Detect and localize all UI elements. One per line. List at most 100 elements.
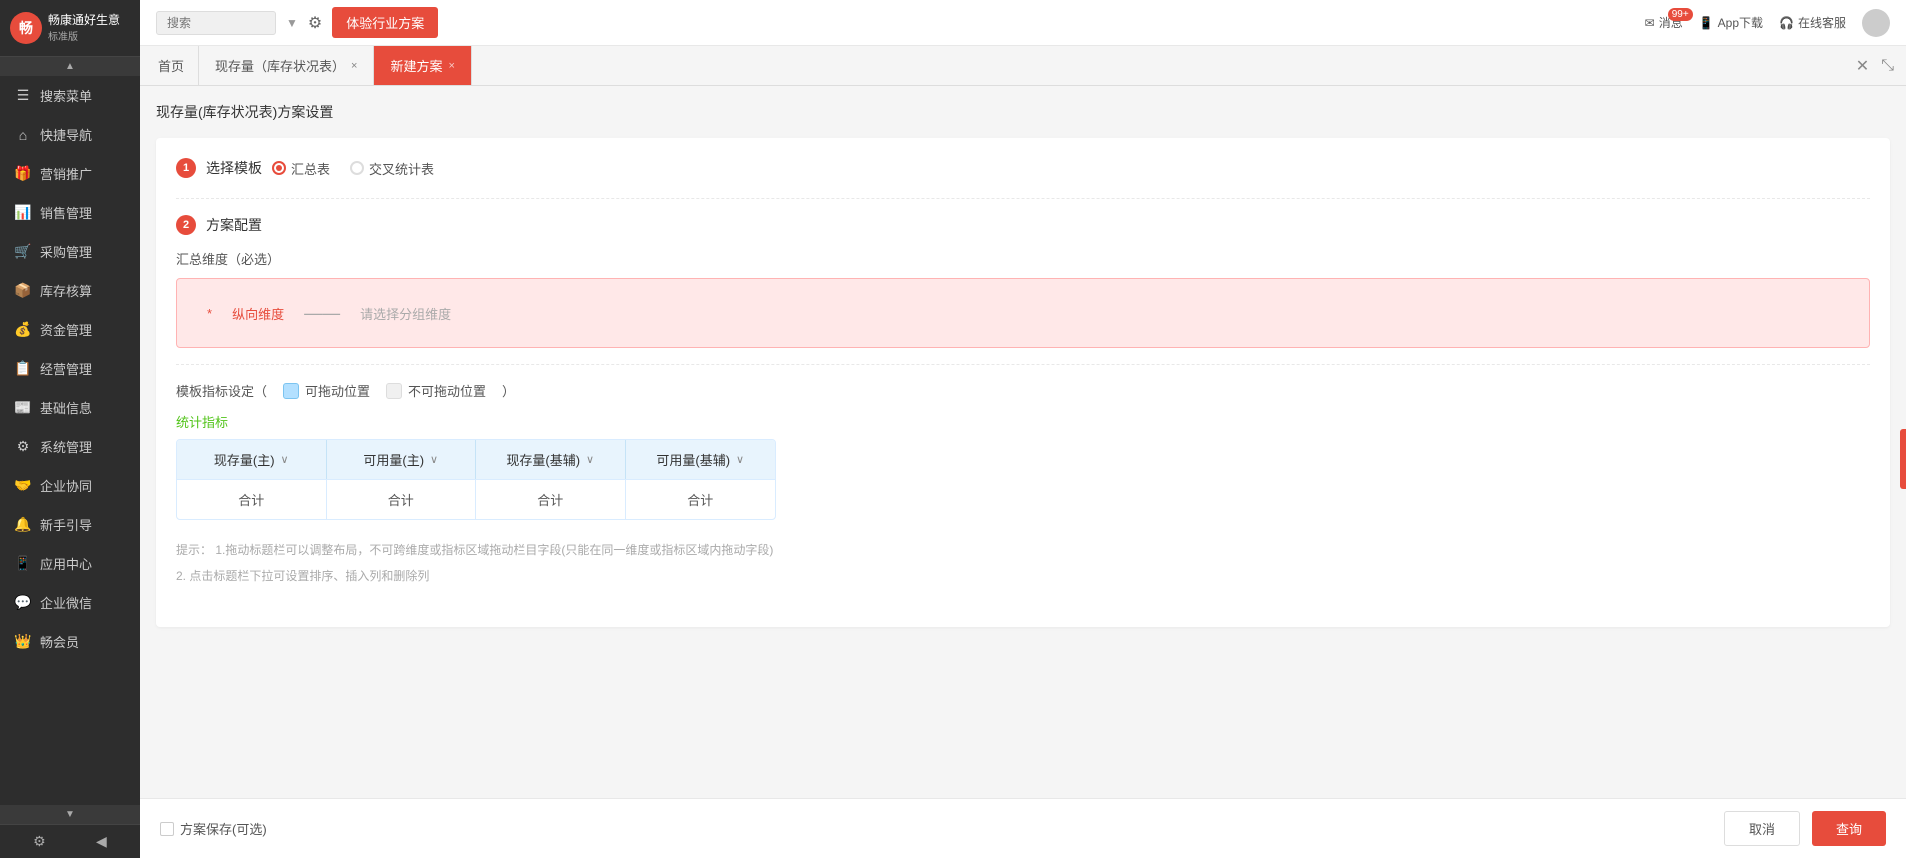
radio-summary[interactable]: 汇总表 <box>272 159 330 178</box>
close-new-tab-icon[interactable]: × <box>448 60 454 72</box>
col-header-1[interactable]: 现存量(主) ∨ <box>177 440 327 479</box>
indicator-setting-label: 模板指标设定（ <box>176 381 267 400</box>
save-option: 方案保存(可选) <box>160 819 267 838</box>
online-service-btn[interactable]: 🎧 在线客服 <box>1779 14 1846 31</box>
tab-home[interactable]: 首页 <box>144 46 199 85</box>
section1-header: 1 选择模板 汇总表 交叉统计表 <box>176 158 1870 178</box>
marketing-icon: 🎁 <box>14 165 32 183</box>
legend-draggable: 可拖动位置 <box>283 381 370 400</box>
col-header-2[interactable]: 可用量(主) ∨ <box>327 440 477 479</box>
tips-item-2: 2. 点击标题栏下拉可设置排序、插入列和删除列 <box>176 566 1870 588</box>
message-icon: ✉ <box>1645 16 1655 30</box>
trial-btn[interactable]: 体验行业方案 <box>332 7 438 38</box>
messages-btn[interactable]: ✉ 消息 99+ <box>1645 14 1683 31</box>
sidebar-item-basic-info[interactable]: 📰 基础信息 <box>0 388 140 427</box>
tab-inventory[interactable]: 现存量（库存状况表） × <box>199 46 374 85</box>
sidebar-item-operation[interactable]: 📋 经营管理 <box>0 349 140 388</box>
topbar-settings-icon[interactable]: ⚙ <box>308 13 322 33</box>
cell-4: 合计 <box>626 480 776 519</box>
section2-number: 2 <box>176 215 196 235</box>
sidebar-item-enterprise[interactable]: 🤝 企业协同 <box>0 466 140 505</box>
sidebar-item-wechat[interactable]: 💬 企业微信 <box>0 583 140 622</box>
search-dropdown-icon[interactable]: ▼ <box>286 16 298 30</box>
system-icon: ⚙ <box>14 438 32 456</box>
indicator-close-paren: ） <box>502 381 515 400</box>
tab-new-scheme[interactable]: 新建方案 × <box>374 46 471 85</box>
dimension-label: 汇总维度（必选） <box>176 249 1870 268</box>
sidebar-item-label: 畅会员 <box>40 632 79 651</box>
indicator-header: 模板指标设定（ 可拖动位置 不可拖动位置 ） <box>176 381 1870 400</box>
settings-footer-icon[interactable]: ⚙ <box>33 833 46 850</box>
sidebar-scroll-down[interactable]: ▼ <box>0 805 140 824</box>
save-checkbox[interactable] <box>160 822 174 836</box>
main-content: ▼ ⚙ 体验行业方案 ✉ 消息 99+ 📱 App下载 🎧 在线客服 首页 现存… <box>140 0 1906 858</box>
sidebar-item-label: 新手引导 <box>40 515 92 534</box>
sidebar-scroll-up[interactable]: ▲ <box>0 57 140 76</box>
sidebar-item-app-center[interactable]: 📱 应用中心 <box>0 544 140 583</box>
sidebar: 畅 畅康通好生意 标准版 ▲ ☰ 搜索菜单 ⌂ 快捷导航 🎁 营销推广 📊 销售… <box>0 0 140 858</box>
close-window-icon[interactable]: ✕ <box>1852 52 1873 80</box>
radio-cross[interactable]: 交叉统计表 <box>350 159 434 178</box>
dimension-arrow: —— <box>304 303 340 324</box>
cancel-button[interactable]: 取消 <box>1724 811 1800 846</box>
tabbar-end: ✕ ⤡ <box>1852 52 1906 80</box>
sidebar-item-label: 应用中心 <box>40 554 92 573</box>
dimension-placeholder[interactable]: 请选择分组维度 <box>360 304 451 323</box>
sales-icon: 📊 <box>14 204 32 222</box>
sidebar-item-marketing[interactable]: 🎁 营销推广 <box>0 154 140 193</box>
sidebar-item-sales[interactable]: 📊 销售管理 <box>0 193 140 232</box>
sidebar-item-system[interactable]: ⚙ 系统管理 <box>0 427 140 466</box>
sidebar-item-search-menu[interactable]: ☰ 搜索菜单 <box>0 76 140 115</box>
avatar[interactable] <box>1862 9 1890 37</box>
tabbar: 首页 现存量（库存状况表） × 新建方案 × ✕ ⤡ <box>140 46 1906 86</box>
topbar: ▼ ⚙ 体验行业方案 ✉ 消息 99+ 📱 App下载 🎧 在线客服 <box>140 0 1906 46</box>
col-header-3[interactable]: 现存量(基辅) ∨ <box>476 440 626 479</box>
dimension-box[interactable]: * 纵向维度 —— 请选择分组维度 <box>176 278 1870 348</box>
close-inventory-tab-icon[interactable]: × <box>351 60 357 72</box>
sidebar-item-quick-nav[interactable]: ⌂ 快捷导航 <box>0 115 140 154</box>
query-button[interactable]: 查询 <box>1812 811 1886 846</box>
col4-dropdown-icon[interactable]: ∨ <box>736 453 744 466</box>
col-header-4[interactable]: 可用量(基辅) ∨ <box>626 440 776 479</box>
col2-dropdown-icon[interactable]: ∨ <box>430 453 438 466</box>
sidebar-item-label: 基础信息 <box>40 398 92 417</box>
sidebar-nav: ☰ 搜索菜单 ⌂ 快捷导航 🎁 营销推广 📊 销售管理 🛒 采购管理 📦 库存核… <box>0 76 140 805</box>
stats-label: 统计指标 <box>176 412 1870 431</box>
sidebar-item-inventory[interactable]: 📦 库存核算 <box>0 271 140 310</box>
sidebar-item-purchase[interactable]: 🛒 采购管理 <box>0 232 140 271</box>
app-name: 畅康通好生意 <box>48 13 120 29</box>
expand-window-icon[interactable]: ⤡ <box>1877 53 1898 79</box>
sidebar-item-label: 营销推广 <box>40 164 92 183</box>
right-hint <box>1900 429 1906 489</box>
topbar-right: ✉ 消息 99+ 📱 App下载 🎧 在线客服 <box>1645 9 1890 37</box>
save-label: 方案保存(可选) <box>180 819 267 838</box>
page-content: 现存量(库存状况表)方案设置 1 选择模板 汇总表 <box>140 86 1906 798</box>
sidebar-item-label: 库存核算 <box>40 281 92 300</box>
sidebar-item-finance[interactable]: 💰 资金管理 <box>0 310 140 349</box>
sound-footer-icon[interactable]: ◀ <box>96 833 107 850</box>
section-scheme-config: 2 方案配置 汇总维度（必选） * 纵向维度 —— 请选择分组维度 模板指标设定… <box>176 215 1870 587</box>
col1-dropdown-icon[interactable]: ∨ <box>281 453 289 466</box>
radio-circle-cross <box>350 161 364 175</box>
search-input[interactable] <box>156 11 276 35</box>
legend-nondraggable-box <box>386 383 402 399</box>
sidebar-item-vip[interactable]: 👑 畅会员 <box>0 622 140 661</box>
app-download-btn[interactable]: 📱 App下载 <box>1699 14 1763 31</box>
dimension-required-mark: * <box>207 306 212 321</box>
section-divider-1 <box>176 198 1870 199</box>
inventory-icon: 📦 <box>14 282 32 300</box>
quick-nav-icon: ⌂ <box>14 126 32 144</box>
operation-icon: 📋 <box>14 360 32 378</box>
purchase-icon: 🛒 <box>14 243 32 261</box>
sidebar-item-label: 资金管理 <box>40 320 92 339</box>
sidebar-item-label: 经营管理 <box>40 359 92 378</box>
indicator-table-row: 合计 合计 合计 合计 <box>177 479 775 519</box>
col3-dropdown-icon[interactable]: ∨ <box>586 453 594 466</box>
section2-header: 2 方案配置 <box>176 215 1870 235</box>
sidebar-item-label: 系统管理 <box>40 437 92 456</box>
sidebar-footer: ⚙ ◀ <box>0 824 140 858</box>
tips-section: 提示： 1.拖动标题栏可以调整布局，不可跨维度或指标区域拖动栏目字段(只能在同一… <box>176 540 1870 587</box>
cell-3: 合计 <box>476 480 626 519</box>
sidebar-item-guide[interactable]: 🔔 新手引导 <box>0 505 140 544</box>
sidebar-item-label: 快捷导航 <box>40 125 92 144</box>
